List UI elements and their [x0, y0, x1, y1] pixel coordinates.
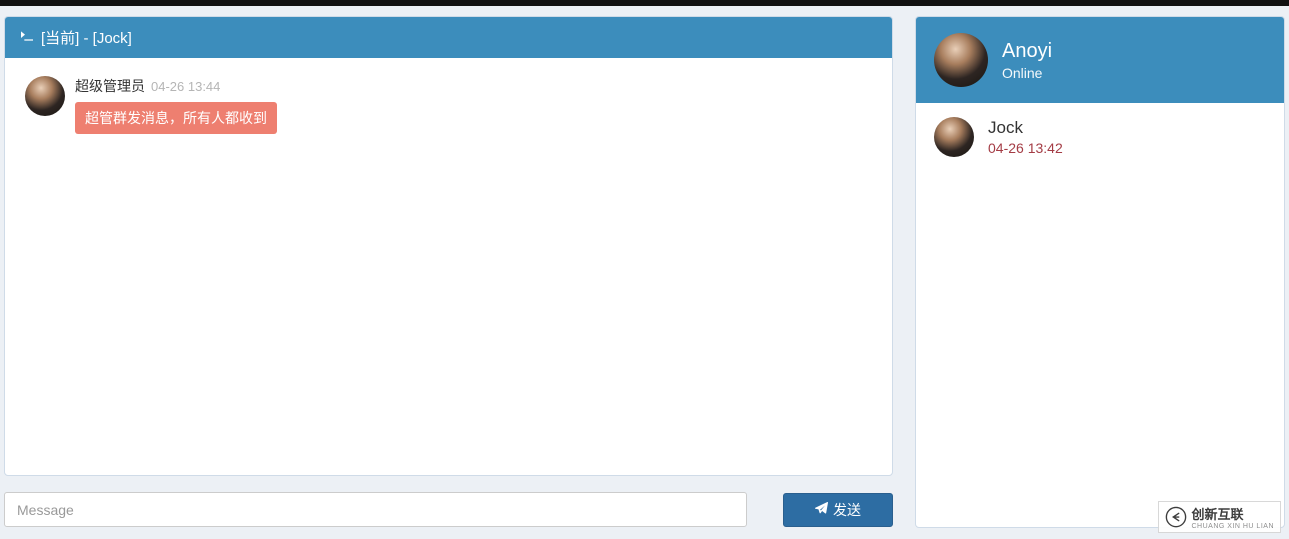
watermark-sub: CHUANG XIN HU LIAN: [1191, 523, 1274, 530]
terminal-icon: [19, 28, 35, 48]
contact-time: 04-26 13:42: [988, 140, 1063, 156]
paper-plane-icon: [815, 502, 828, 518]
sender-avatar: [25, 76, 65, 116]
contact-avatar: [934, 117, 974, 157]
my-name: Anoyi: [1002, 40, 1052, 63]
chat-header-title: [当前] - [Jock]: [41, 27, 132, 48]
chat-header: [当前] - [Jock]: [5, 17, 892, 58]
my-status: Online: [1002, 65, 1052, 81]
contact-list[interactable]: Jock 04-26 13:42: [916, 103, 1284, 527]
send-button-label: 发送: [833, 500, 861, 520]
watermark-icon: [1165, 506, 1187, 528]
message-bubble: 超管群发消息，所有人都收到: [75, 102, 277, 134]
watermark-logo: 创新互联 CHUANG XIN HU LIAN: [1158, 501, 1281, 533]
chat-body[interactable]: 超级管理员 04-26 13:44 超管群发消息，所有人都收到: [5, 58, 892, 475]
message-time: 04-26 13:44: [151, 79, 220, 94]
message-row: 超级管理员 04-26 13:44 超管群发消息，所有人都收到: [25, 76, 872, 134]
watermark-main: 创新互联: [1191, 507, 1243, 522]
message-input[interactable]: [4, 492, 747, 527]
contact-name: Jock: [988, 118, 1063, 138]
compose-bar: 发送: [4, 492, 893, 527]
user-panel: Anoyi Online Jock 04-26 13:42: [915, 16, 1285, 528]
user-header: Anoyi Online: [916, 17, 1284, 103]
chat-panel: [当前] - [Jock] 超级管理员 04-26 13:44 超管群发消息，所…: [4, 16, 893, 476]
contact-item[interactable]: Jock 04-26 13:42: [916, 103, 1284, 171]
my-avatar: [934, 33, 988, 87]
message-sender: 超级管理员: [75, 76, 145, 96]
send-button[interactable]: 发送: [783, 493, 893, 527]
